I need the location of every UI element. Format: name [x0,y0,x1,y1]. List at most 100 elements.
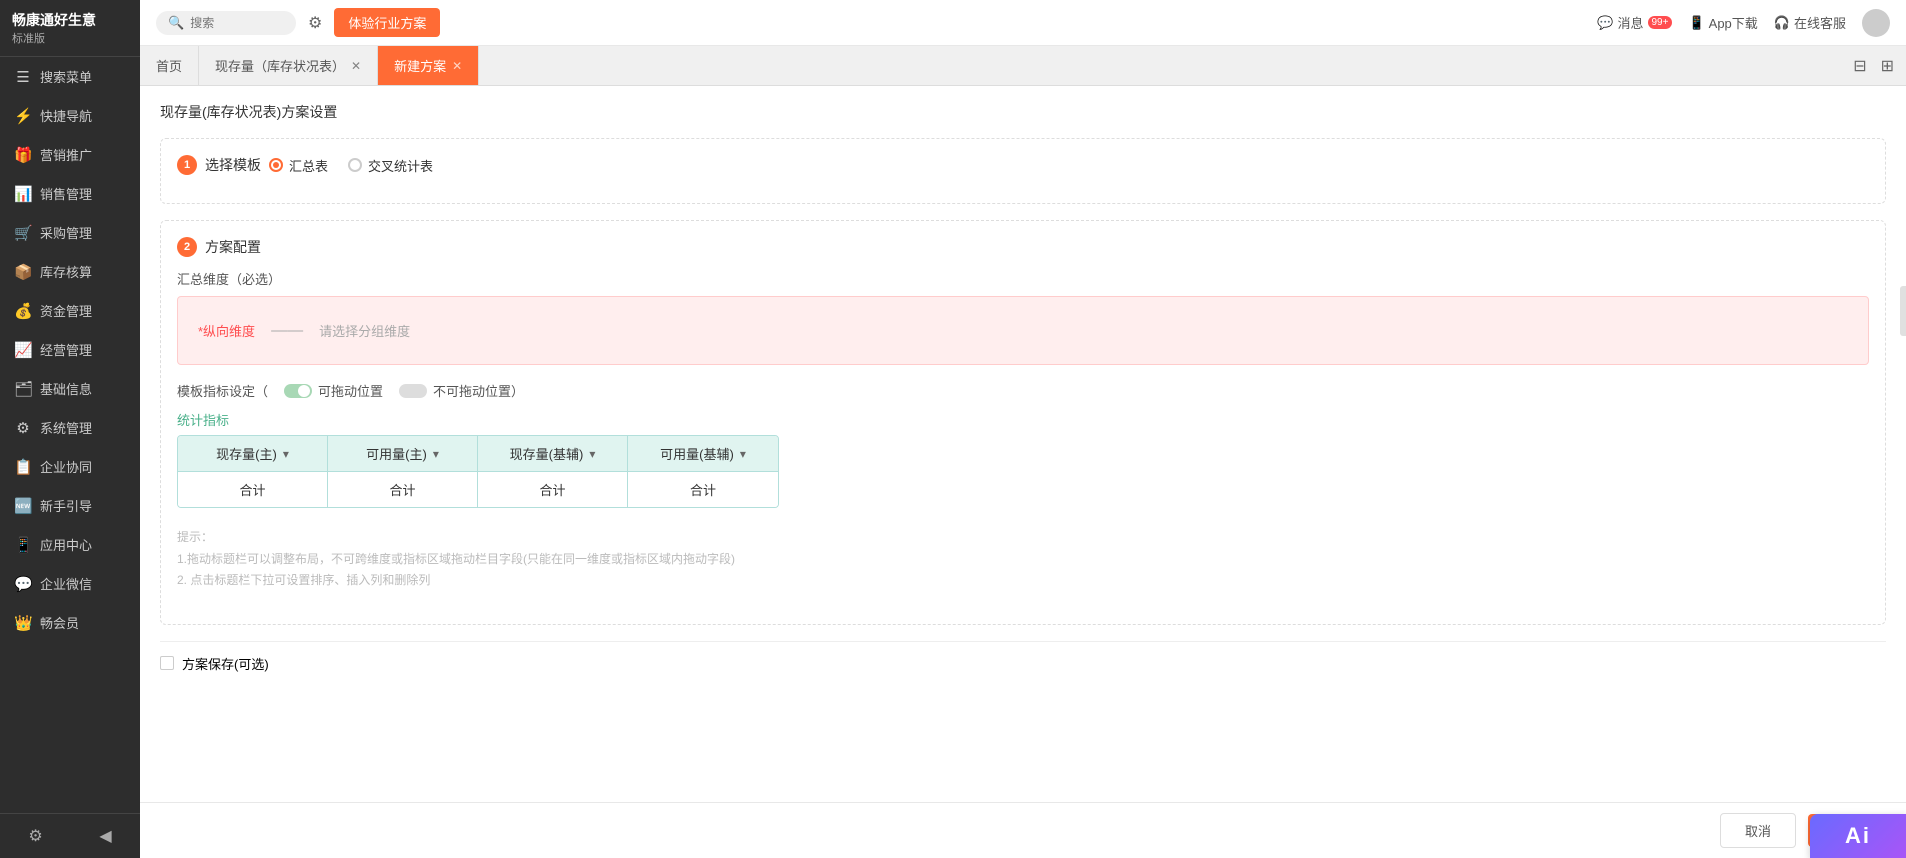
search-icon: 🔍 [168,15,184,31]
non-draggable-toggle[interactable]: 不可拖动位置） [399,381,524,400]
collapse-icon[interactable]: ◀ [91,822,119,850]
step1-header: 1 选择模板 汇总表 交叉统计表 [177,155,1869,175]
stats-data-cell-0: 合计 [178,472,328,507]
stats-header-label-1: 可用量(主) [366,444,427,463]
required-mark: *纵向维度 [198,321,255,340]
tab-new-scheme-label: 新建方案 [394,56,446,75]
online-service-item[interactable]: 🎧 在线客服 [1774,13,1846,32]
avatar[interactable] [1862,9,1890,37]
search-menu-label: 搜索菜单 [40,67,92,86]
tab-inventory-status[interactable]: 现存量（库存状况表） ✕ [199,46,378,85]
indicators-label-row: 模板指标设定（ 可拖动位置 不可拖动位置） [177,381,1869,400]
online-service-label: 在线客服 [1794,13,1846,32]
finance-label: 资金管理 [40,301,92,320]
sidebar-item-marketing[interactable]: 🎁 营销推广 [0,135,140,174]
stats-header-cell-3[interactable]: 可用量(基辅) ▾ [628,436,778,471]
save-checkbox[interactable] [160,656,174,670]
template-radio-group: 汇总表 交叉统计表 [269,156,433,175]
dimension-arrow: —— [271,322,303,340]
ops-mgmt-icon: 📈 [14,341,32,359]
message-badge: 99+ [1648,16,1673,29]
page-title: 现存量(库存状况表)方案设置 [160,102,1886,122]
sidebar-item-wechat[interactable]: 💬企业微信 [0,564,140,603]
sidebar-item-membership[interactable]: 👑畅会员 [0,603,140,642]
dimension-box[interactable]: *纵向维度 —— 请选择分组维度 [177,296,1869,365]
chevron-down-icon-2: ▾ [589,447,595,461]
purchase-mgmt-label: 采购管理 [40,223,92,242]
draggable-label: 可拖动位置 [318,381,383,400]
cancel-button[interactable]: 取消 [1720,813,1796,848]
step1-badge: 1 [177,155,197,175]
chevron-down-icon-3: ▾ [740,447,746,461]
step2-badge: 2 [177,237,197,257]
minimize-icon[interactable]: ⊟ [1849,52,1870,80]
new-guide-label: 新手引导 [40,496,92,515]
right-edge-handle[interactable] [1900,286,1906,336]
step2-header: 2 方案配置 [177,237,1869,257]
phone-icon: 📱 [1688,15,1704,31]
marketing-icon: 🎁 [14,146,32,164]
tab-expand-area: ⊟ ⊞ [1849,52,1898,80]
stats-data-cell-3: 合计 [628,472,778,507]
sidebar-item-purchase-mgmt[interactable]: 🛒采购管理 [0,213,140,252]
quick-nav-label: 快捷导航 [40,106,92,125]
sidebar-item-sales-mgmt[interactable]: 📊销售管理 [0,174,140,213]
sidebar-item-search-menu[interactable]: ☰搜索菜单 [0,57,140,96]
radio-summary[interactable]: 汇总表 [269,156,328,175]
radio-summary-circle [269,158,283,172]
gear-icon[interactable]: ⚙ [308,13,322,33]
app-download-item[interactable]: 📱 App下载 [1688,13,1757,32]
sidebar-item-ops-mgmt[interactable]: 📈 经营管理 [0,330,140,369]
stats-header-label-3: 可用量(基辅) [660,444,734,463]
non-draggable-toggle-switch[interactable] [399,384,427,398]
trial-btn[interactable]: 体验行业方案 [334,8,440,37]
ops-mgmt-label: 经营管理 [40,340,92,359]
stats-header-cell-1[interactable]: 可用量(主) ▾ [328,436,478,471]
hint-1: 2. 点击标题栏下拉可设置排序、插入列和删除列 [177,570,1869,592]
sidebar-item-app-center[interactable]: 📱应用中心 [0,525,140,564]
quick-nav-icon: ⚡ [14,107,32,125]
search-input[interactable] [190,16,270,30]
sidebar-item-basic-info[interactable]: 🗂基础信息 [0,369,140,408]
sidebar-item-finance[interactable]: 💰 资金管理 [0,291,140,330]
finance-icon: 💰 [14,302,32,320]
stats-data-row: 合计合计合计合计 [178,471,778,507]
search-box[interactable]: 🔍 [156,11,296,35]
tabbar: 首页 现存量（库存状况表） ✕ 新建方案 ✕ ⊟ ⊞ [140,46,1906,86]
inventory-icon: 📦 [14,263,32,281]
enterprise-icon: 📋 [14,458,32,476]
tab-new-scheme[interactable]: 新建方案 ✕ [378,46,479,85]
draggable-toggle[interactable]: 可拖动位置 [284,381,383,400]
sidebar-item-quick-nav[interactable]: ⚡ 快捷导航 [0,96,140,135]
draggable-toggle-switch[interactable] [284,384,312,398]
settings-icon[interactable]: ⚙ [20,822,50,850]
message-icon: 💬 [1597,15,1613,31]
ai-float-button[interactable]: Ai [1810,814,1906,858]
app-title: 畅康通好生意 [12,10,128,30]
sys-mgmt-icon: ⚙ [14,419,32,437]
sidebar-item-enterprise[interactable]: 📋企业协同 [0,447,140,486]
marketing-label: 营销推广 [40,145,92,164]
message-label: 消息 [1617,13,1643,32]
tab-new-scheme-close[interactable]: ✕ [452,59,462,73]
non-draggable-label: 不可拖动位置） [433,381,524,400]
stats-header-cell-2[interactable]: 现存量(基辅)▾ [478,436,628,471]
tab-home[interactable]: 首页 [140,46,199,85]
membership-label: 畅会员 [40,613,79,632]
expand-icon[interactable]: ⊞ [1877,52,1898,80]
message-item[interactable]: 💬 消息 99+ [1597,13,1672,32]
step1-section: 1 选择模板 汇总表 交叉统计表 [160,138,1886,204]
tab-inventory-status-close[interactable]: ✕ [351,59,361,73]
sidebar-item-inventory[interactable]: 📦库存核算 [0,252,140,291]
dimension-label: 汇总维度（必选） [177,269,1869,288]
sidebar-item-new-guide[interactable]: 🆕新手引导 [0,486,140,525]
sidebar-item-sys-mgmt[interactable]: ⚙系统管理 [0,408,140,447]
radio-cross[interactable]: 交叉统计表 [348,156,433,175]
chevron-down-icon-1: ▾ [433,447,439,461]
hints-title: 提示： [177,527,1869,549]
radio-summary-label: 汇总表 [289,156,328,175]
sales-mgmt-icon: 📊 [14,185,32,203]
main-area: 🔍 ⚙ 体验行业方案 💬 消息 99+ 📱 App下载 🎧 在线客服 [140,0,1906,858]
stats-header-cell-0[interactable]: 现存量(主)▾ [178,436,328,471]
indicators-setting-text: 模板指标设定（ [177,381,268,400]
